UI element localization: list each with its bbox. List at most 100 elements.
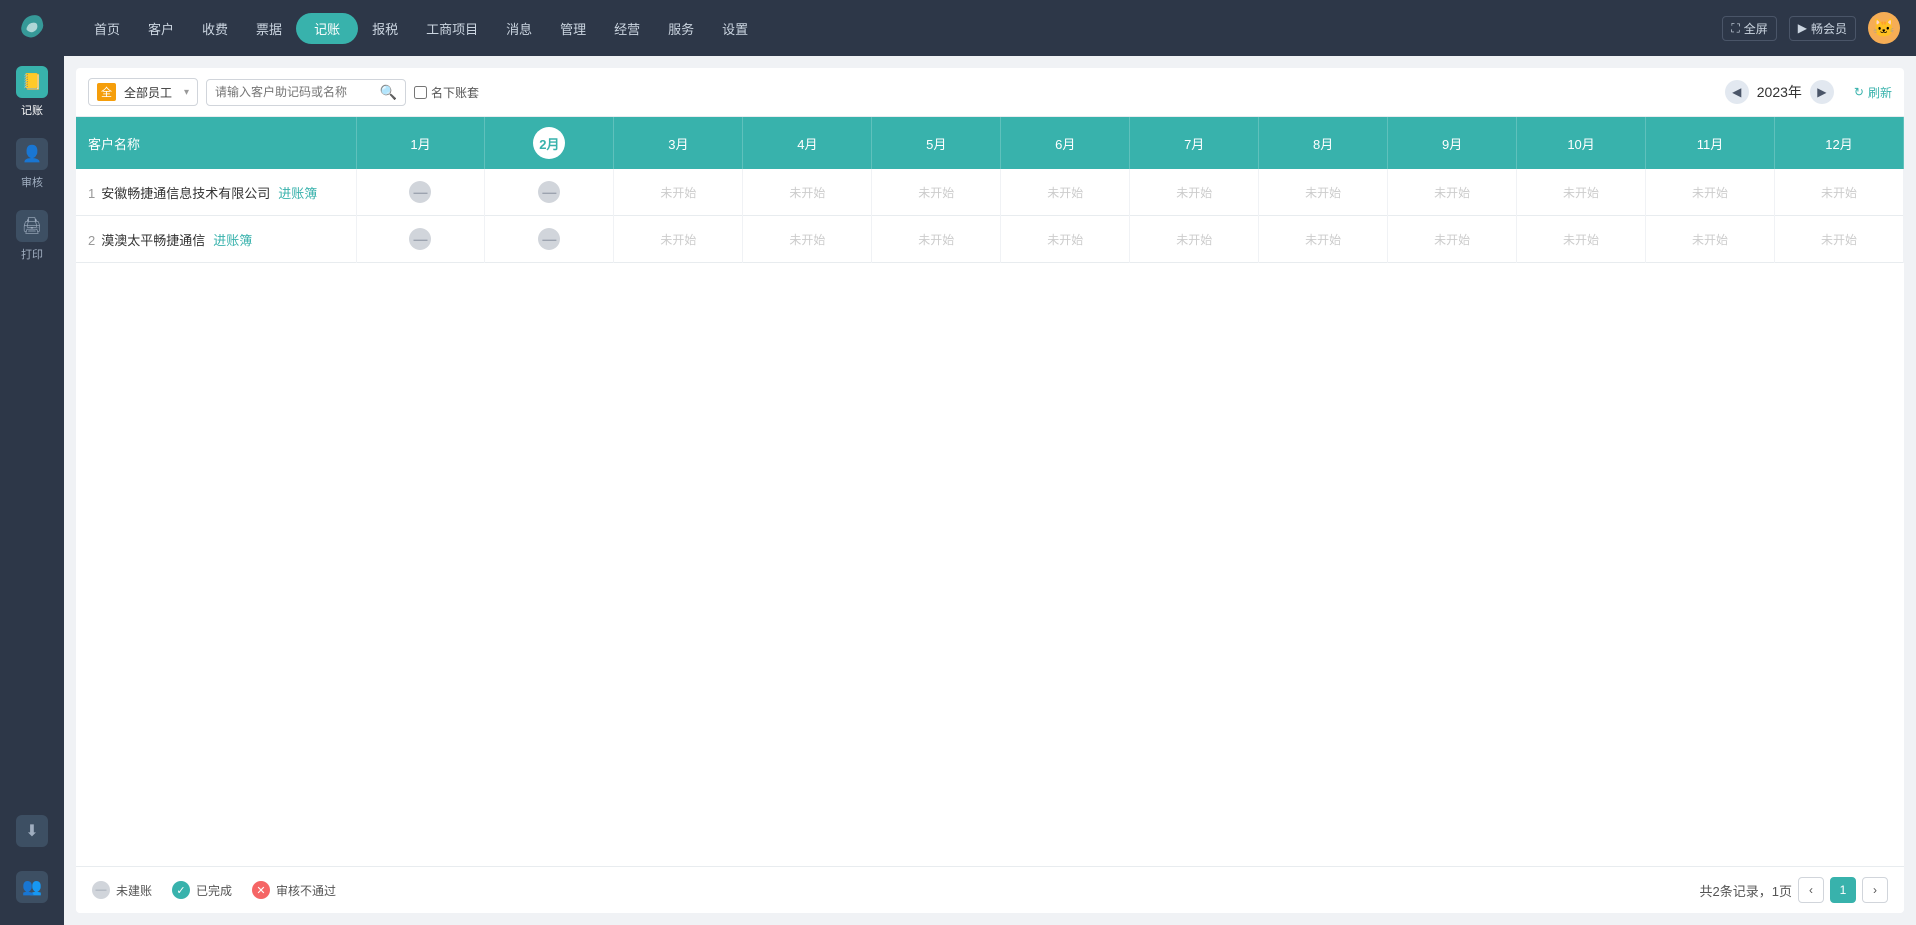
dropdown-arrow-icon: ▾	[184, 87, 189, 98]
nav-biz[interactable]: 工商项目	[412, 11, 492, 46]
next-page-button[interactable]: ›	[1862, 877, 1888, 903]
not-built-status-icon: —	[538, 228, 560, 250]
refresh-button[interactable]: ↻ 刷新	[1854, 84, 1892, 101]
nav-ledger[interactable]: 记账	[296, 13, 358, 44]
table-row: 1安徽畅捷通信息技术有限公司进账簿——未开始未开始未开始未开始未开始未开始未开始…	[76, 169, 1904, 216]
legend: — 未建账 ✓ 已完成 ✕ 审核不通过	[92, 881, 336, 899]
not-started-status: 未开始	[1434, 233, 1470, 247]
month-cell-m5: 未开始	[872, 169, 1001, 216]
not-started-status: 未开始	[789, 233, 825, 247]
table-footer: — 未建账 ✓ 已完成 ✕ 审核不通过 共2条记录，1页 ‹ 1	[76, 866, 1904, 913]
sidebar-item-support[interactable]: 👥	[0, 861, 64, 913]
current-month-badge: 2月	[533, 127, 565, 159]
year-display: 2023年	[1757, 82, 1802, 102]
sidebar-item-audit[interactable]: 👤 审核	[0, 128, 64, 200]
not-started-status: 未开始	[1692, 186, 1728, 200]
prev-page-button[interactable]: ‹	[1798, 877, 1824, 903]
col-m9: 9月	[1388, 117, 1517, 169]
not-built-icon: —	[92, 881, 110, 899]
user-avatar[interactable]: 🐱	[1868, 12, 1900, 44]
sidebar-item-print[interactable]: 🖨 打印	[0, 200, 64, 272]
ledger-icon: 📒	[16, 66, 48, 98]
nav-invoice[interactable]: 票据	[242, 11, 296, 46]
not-started-status: 未开始	[1692, 233, 1728, 247]
app-logo	[0, 0, 64, 56]
search-input[interactable]	[215, 85, 380, 99]
not-started-status: 未开始	[1563, 186, 1599, 200]
accounts-table: 客户名称 1月 2月 3月 4月 5月 6月 7月 8月 9月	[76, 117, 1904, 263]
year-navigation: ◀ 2023年 ▶	[1725, 80, 1834, 104]
client-name: 漠澳太平畅捷通信	[101, 233, 205, 248]
col-m12: 12月	[1774, 117, 1903, 169]
nav-billing[interactable]: 收费	[188, 11, 242, 46]
not-started-status: 未开始	[918, 186, 954, 200]
nav-message[interactable]: 消息	[492, 11, 546, 46]
nav-home[interactable]: 首页	[80, 11, 134, 46]
col-m1: 1月	[356, 117, 485, 169]
prev-year-button[interactable]: ◀	[1725, 80, 1749, 104]
rejected-icon: ✕	[252, 881, 270, 899]
month-cell-m3: 未开始	[614, 169, 743, 216]
enter-ledger-link[interactable]: 进账簿	[213, 233, 252, 248]
vip-button[interactable]: ▶ 畅会员	[1789, 16, 1856, 41]
row-index: 1	[88, 186, 95, 201]
not-started-status: 未开始	[1821, 233, 1857, 247]
not-built-status-icon: —	[538, 181, 560, 203]
my-accounts-checkbox-label[interactable]: 名下账套	[414, 84, 479, 101]
month-cell-m10: 未开始	[1517, 216, 1646, 263]
not-started-status: 未开始	[660, 186, 696, 200]
pagination: 共2条记录，1页 ‹ 1 ›	[1700, 877, 1888, 903]
not-started-status: 未开始	[660, 233, 696, 247]
month-cell-m9: 未开始	[1388, 169, 1517, 216]
nav-items: 首页 客户 收费 票据 记账 报税 工商项目 消息 管理 经营 服务 设置	[80, 11, 1722, 46]
month-cell-m9: 未开始	[1388, 216, 1517, 263]
not-started-status: 未开始	[918, 233, 954, 247]
sidebar: 📒 记账 👤 审核 🖨 打印 ⬇ 👥	[0, 0, 64, 925]
month-cell-m8: 未开始	[1259, 216, 1388, 263]
search-button[interactable]: 🔍	[380, 84, 397, 101]
legend-not-built: — 未建账	[92, 881, 152, 899]
month-cell-m2: —	[485, 169, 614, 216]
not-started-status: 未开始	[1305, 233, 1341, 247]
sidebar-item-download[interactable]: ⬇	[0, 805, 64, 857]
month-cell-m8: 未开始	[1259, 169, 1388, 216]
legend-completed: ✓ 已完成	[172, 881, 232, 899]
month-cell-m11: 未开始	[1646, 216, 1775, 263]
month-cell-m12: 未开始	[1774, 216, 1903, 263]
month-cell-m2: —	[485, 216, 614, 263]
nav-manage[interactable]: 管理	[546, 11, 600, 46]
month-cell-m10: 未开始	[1517, 169, 1646, 216]
not-started-status: 未开始	[1176, 186, 1212, 200]
not-started-status: 未开始	[1305, 186, 1341, 200]
col-m2: 2月	[485, 117, 614, 169]
main-content: 首页 客户 收费 票据 记账 报税 工商项目 消息 管理 经营 服务 设置 ⛶ …	[64, 0, 1916, 925]
nav-operation[interactable]: 经营	[600, 11, 654, 46]
total-records: 共2条记录，1页	[1700, 881, 1792, 900]
sidebar-item-ledger[interactable]: 📒 记账	[0, 56, 64, 128]
page-1-button[interactable]: 1	[1830, 877, 1856, 903]
table-row: 2漠澳太平畅捷通信进账簿——未开始未开始未开始未开始未开始未开始未开始未开始未开…	[76, 216, 1904, 263]
employee-select[interactable]: 全 全部员工 ▾	[88, 78, 198, 106]
not-started-status: 未开始	[1047, 186, 1083, 200]
nav-settings[interactable]: 设置	[708, 11, 762, 46]
vip-icon: ▶	[1798, 21, 1807, 35]
refresh-icon: ↻	[1854, 85, 1864, 99]
client-name: 安徽畅捷通信息技术有限公司	[101, 186, 270, 201]
not-started-status: 未开始	[1176, 233, 1212, 247]
enter-ledger-link[interactable]: 进账簿	[278, 186, 317, 201]
nav-service[interactable]: 服务	[654, 11, 708, 46]
month-cell-m6: 未开始	[1001, 169, 1130, 216]
month-cell-m3: 未开始	[614, 216, 743, 263]
fullscreen-button[interactable]: ⛶ 全屏	[1722, 16, 1776, 41]
next-year-button[interactable]: ▶	[1810, 80, 1834, 104]
col-m3: 3月	[614, 117, 743, 169]
my-accounts-checkbox[interactable]	[414, 86, 427, 99]
nav-tax[interactable]: 报税	[358, 11, 412, 46]
nav-client[interactable]: 客户	[134, 11, 188, 46]
month-cell-m4: 未开始	[743, 216, 872, 263]
month-cell-m7: 未开始	[1130, 216, 1259, 263]
topnav-right: ⛶ 全屏 ▶ 畅会员 🐱	[1722, 12, 1900, 44]
download-icon: ⬇	[16, 815, 48, 847]
month-cell-m12: 未开始	[1774, 169, 1903, 216]
col-name: 客户名称	[76, 117, 356, 169]
